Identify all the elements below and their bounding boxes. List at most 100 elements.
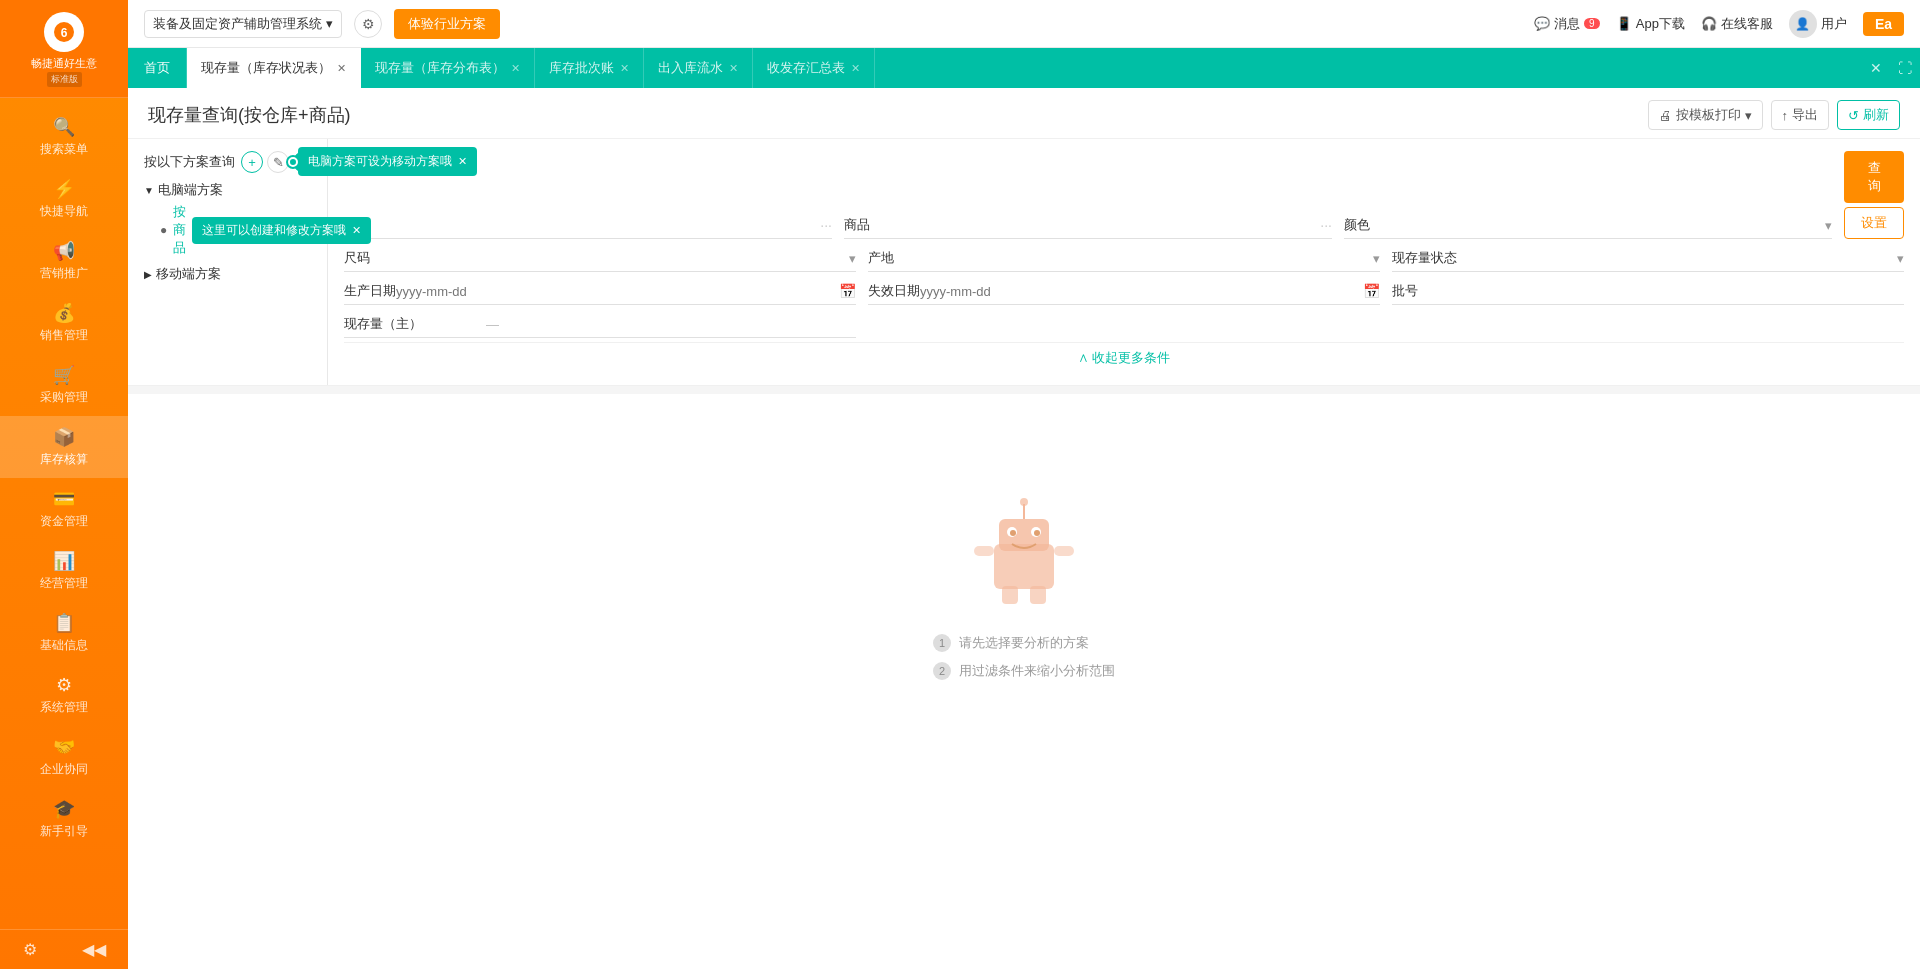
search-button[interactable]: 查询	[1844, 151, 1904, 203]
sidebar-item-finance[interactable]: 💳 资金管理	[0, 478, 128, 540]
sidebar-item-basic[interactable]: 📋 基础信息	[0, 602, 128, 664]
online-support-item[interactable]: 🎧 在线客服	[1701, 15, 1773, 33]
dropdown-icon-color[interactable]: ▾	[1825, 218, 1832, 233]
tab-batch-ledger[interactable]: 库存批次账 ✕	[535, 48, 644, 88]
settings-button[interactable]: ⚙	[354, 10, 382, 38]
edit-scheme-button[interactable]: ✎	[267, 151, 289, 173]
avatar-initials: 👤	[1795, 17, 1810, 31]
purchase-icon: 🛒	[53, 364, 75, 386]
sidebar-item-label: 经营管理	[40, 575, 88, 592]
industry-button[interactable]: 体验行业方案	[394, 9, 500, 39]
chevron-right-icon: ▼	[144, 185, 154, 196]
system-name-label: 装备及固定资产辅助管理系统	[153, 15, 322, 33]
production-date-label: 生产日期	[344, 282, 396, 300]
search-reset-buttons: 查询 设置	[1844, 151, 1904, 239]
empty-state: 1 请先选择要分析的方案 2 用过滤条件来缩小分析范围	[128, 394, 1920, 740]
production-date-input[interactable]	[396, 284, 839, 299]
sidebar-item-label: 采购管理	[40, 389, 88, 406]
add-scheme-button[interactable]: +	[241, 151, 263, 173]
tabs-right-actions: ✕ ⛶	[1862, 60, 1920, 76]
close-tab-icon[interactable]: ✕	[851, 62, 860, 75]
filter-area: 按以下方案查询 + ✎ ← 电脑方案可设为移动方案哦 ✕	[128, 139, 1920, 386]
sidebar-item-label: 快捷导航	[40, 203, 88, 220]
export-icon: ↑	[1782, 108, 1789, 123]
user-item[interactable]: 👤 用户	[1789, 10, 1847, 38]
close-tab-icon[interactable]: ✕	[729, 62, 738, 75]
calendar-icon-production[interactable]: 📅	[839, 283, 856, 299]
tooltip-2-wrapper: 这里可以创建和修改方案哦 ✕	[192, 217, 371, 244]
close-tab-icon[interactable]: ✕	[620, 62, 629, 75]
desktop-scheme-toggle[interactable]: ▼ 电脑端方案	[144, 181, 315, 199]
settings-bottom-icon[interactable]: ⚙	[23, 940, 37, 959]
sidebar: 6 畅捷通好生意 标准版 🔍 搜索菜单 ⚡ 快捷导航 📢 营销推广 💰 销售管理…	[0, 0, 128, 969]
message-item[interactable]: 💬 消息 9	[1534, 15, 1600, 33]
guide-icon: 🎓	[53, 798, 75, 820]
sidebar-item-label: 销售管理	[40, 327, 88, 344]
main-area: 装备及固定资产辅助管理系统 ▾ ⚙ 体验行业方案 💬 消息 9 📱 App下载 …	[128, 0, 1920, 969]
sidebar-item-label: 库存核算	[40, 451, 88, 468]
phone-icon: 📱	[1616, 16, 1632, 31]
sidebar-item-system[interactable]: ⚙ 系统管理	[0, 664, 128, 726]
close-tooltip-2[interactable]: ✕	[352, 224, 361, 237]
export-button[interactable]: ↑ 导出	[1771, 100, 1830, 130]
sidebar-item-search-menu[interactable]: 🔍 搜索菜单	[0, 106, 128, 168]
sidebar-item-label: 资金管理	[40, 513, 88, 530]
svg-point-7	[1034, 530, 1040, 536]
sidebar-item-inventory[interactable]: 📦 库存核算	[0, 416, 128, 478]
online-support-label: 在线客服	[1721, 15, 1773, 33]
sidebar-item-quick-nav[interactable]: ⚡ 快捷导航	[0, 168, 128, 230]
sidebar-item-enterprise[interactable]: 🤝 企业协同	[0, 726, 128, 788]
print-button[interactable]: 🖨 按模板打印 ▾	[1648, 100, 1763, 130]
close-tab-icon[interactable]: ✕	[337, 62, 346, 75]
calendar-icon-expiry[interactable]: 📅	[1363, 283, 1380, 299]
filter-inventory-status: 现存量状态 ▾	[1392, 249, 1904, 272]
dropdown-icon-origin[interactable]: ▾	[1373, 251, 1380, 266]
logo-text: 畅捷通好生意	[31, 56, 97, 70]
expand-icon[interactable]: ⛶	[1890, 60, 1920, 76]
dots-icon[interactable]: ···	[820, 217, 832, 233]
color-label: 颜色	[1344, 216, 1374, 234]
tab-inventory-status[interactable]: 现存量（库存状况表） ✕	[187, 48, 361, 88]
connector-dot	[288, 157, 298, 167]
svg-rect-10	[974, 546, 994, 556]
more-conditions-toggle[interactable]: ∧ 收起更多条件	[344, 342, 1904, 373]
tab-inventory-dist[interactable]: 现存量（库存分布表） ✕	[361, 48, 535, 88]
tab-home[interactable]: 首页	[128, 48, 187, 88]
collapse-icon[interactable]: ◀◀	[82, 940, 106, 959]
logo-area: 6 畅捷通好生意 标准版	[0, 0, 128, 98]
sidebar-item-purchase[interactable]: 🛒 采购管理	[0, 354, 128, 416]
filter-batch: 批号	[1392, 282, 1904, 305]
tab-receive-summary[interactable]: 收发存汇总表 ✕	[753, 48, 875, 88]
close-tooltip-1[interactable]: ✕	[458, 155, 467, 168]
scheme-tooltip-2: 这里可以创建和修改方案哦 ✕	[192, 217, 371, 244]
dropdown-icon-size[interactable]: ▾	[849, 251, 856, 266]
section-divider	[128, 386, 1920, 394]
tab-inout-flow[interactable]: 出入库流水 ✕	[644, 48, 753, 88]
sidebar-item-sales[interactable]: 💰 销售管理	[0, 292, 128, 354]
inventory-main-input-to[interactable]	[503, 317, 563, 332]
empty-tip-2: 2 用过滤条件来缩小分析范围	[933, 662, 1115, 680]
scheme-tooltip-1: 电脑方案可设为移动方案哦 ✕	[298, 147, 477, 176]
system-selector[interactable]: 装备及固定资产辅助管理系统 ▾	[144, 10, 342, 38]
sidebar-item-operation[interactable]: 📊 经营管理	[0, 540, 128, 602]
reset-button[interactable]: 设置	[1844, 207, 1904, 239]
empty-tip-1: 1 请先选择要分析的方案	[933, 634, 1115, 652]
refresh-button[interactable]: ↺ 刷新	[1837, 100, 1900, 130]
empty-tips: 1 请先选择要分析的方案 2 用过滤条件来缩小分析范围	[933, 634, 1115, 680]
close-tab-icon[interactable]: ✕	[511, 62, 520, 75]
empty-svg	[964, 494, 1084, 614]
size-label: 尺码	[344, 249, 374, 267]
inventory-main-input-from[interactable]	[422, 317, 482, 332]
scheme-item-by-goods[interactable]: ● 按商品 这里可以创建和修改方案哦 ✕	[160, 199, 315, 261]
mobile-scheme-toggle[interactable]: ▶ 移动端方案	[144, 265, 315, 283]
desktop-scheme-items: ● 按商品 这里可以创建和修改方案哦 ✕	[144, 199, 315, 261]
dots-icon-2[interactable]: ···	[1320, 217, 1332, 233]
svg-rect-11	[1054, 546, 1074, 556]
expiry-date-input[interactable]	[920, 284, 1363, 299]
sidebar-item-marketing[interactable]: 📢 营销推广	[0, 230, 128, 292]
sidebar-item-guide[interactable]: 🎓 新手引导	[0, 788, 128, 850]
sidebar-item-label: 新手引导	[40, 823, 88, 840]
dropdown-icon-status[interactable]: ▾	[1897, 251, 1904, 266]
app-download-item[interactable]: 📱 App下载	[1616, 15, 1685, 33]
close-all-tabs-icon[interactable]: ✕	[1862, 60, 1890, 76]
